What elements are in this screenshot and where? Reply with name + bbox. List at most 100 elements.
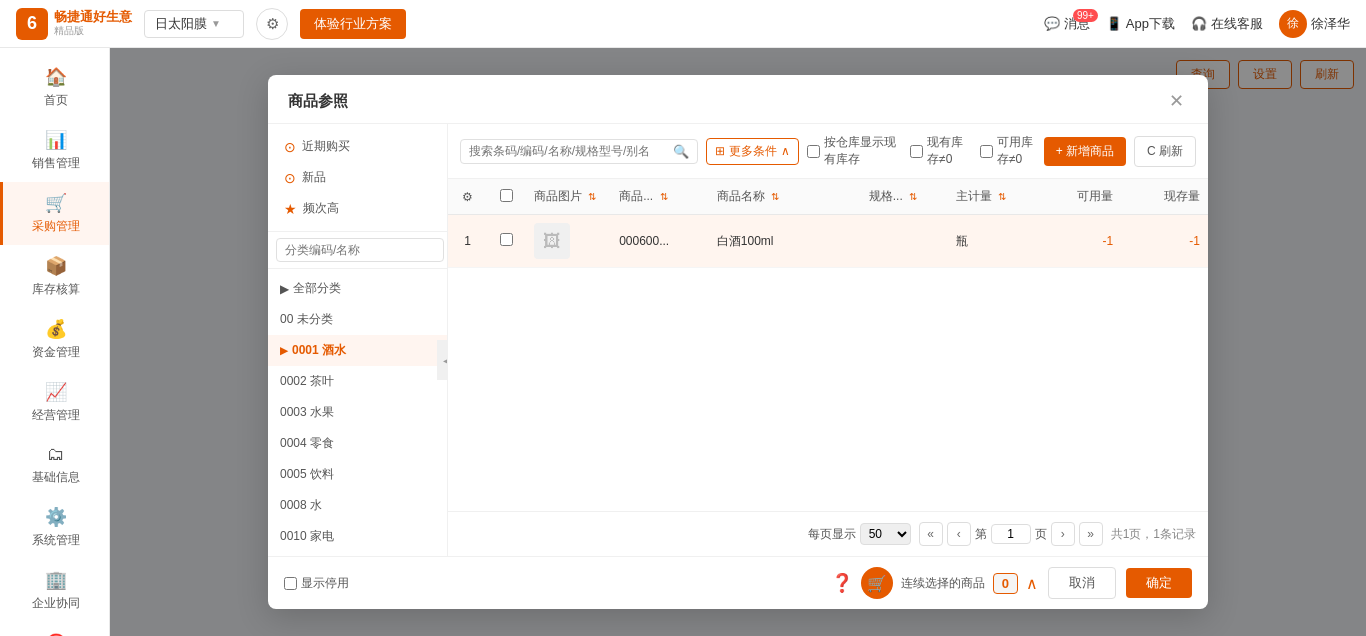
product-table: ⚙ 商品图片 ⇅ (448, 179, 1208, 268)
cart-label: 连续选择的商品 (901, 575, 985, 592)
cat-0002[interactable]: 0002 茶叶 (268, 366, 447, 397)
sidebar-item-purchase[interactable]: 🛒 采购管理 (0, 182, 109, 245)
sidebar-item-enterprise[interactable]: 🏢 企业协同 (0, 559, 109, 622)
show-disabled-label[interactable]: 显示停用 (284, 575, 349, 592)
quick-tabs: ⊙ 近期购买 ⊙ 新品 ★ 频次高 (268, 124, 447, 232)
chevron-down-icon: ▼ (211, 18, 221, 29)
cat-0008[interactable]: 0008 水 (268, 490, 447, 521)
check-warehouse[interactable]: 按仓库显示现有库存 (807, 134, 896, 168)
page-total: 共1页，1条记录 (1111, 526, 1196, 543)
col-header-stock: 现存量 (1121, 179, 1208, 215)
category-list: ▶ 全部分类 00 未分类 ▶ 0001 酒水 0002 茶 (268, 269, 447, 556)
product-table-wrap: ⚙ 商品图片 ⇅ (448, 179, 1208, 511)
logo: 6 畅捷通好生意 精品版 (16, 8, 132, 40)
cat-0005[interactable]: 0005 饮料 (268, 459, 447, 490)
close-button[interactable]: ✕ (1164, 89, 1188, 113)
notification-badge: 99+ (1073, 9, 1098, 22)
online-service-item[interactable]: 🎧 在线客服 (1191, 15, 1263, 33)
nav-selector[interactable]: 日太阳膜 ▼ (144, 10, 244, 38)
cancel-button[interactable]: 取消 (1048, 567, 1116, 599)
sidebar-item-home[interactable]: 🏠 首页 (0, 56, 109, 119)
basic-icon: 🗂 (47, 444, 65, 465)
quick-tab-recent[interactable]: ⊙ 近期购买 (276, 132, 439, 161)
help-icon[interactable]: ❓ (831, 572, 853, 594)
system-icon: ⚙️ (45, 506, 67, 528)
select-all-checkbox[interactable] (500, 189, 513, 202)
row-check[interactable] (487, 215, 526, 268)
page-number-input[interactable] (991, 524, 1031, 544)
notification-icon: 💬 (1044, 16, 1060, 31)
page-size-select: 每页显示 50 10 20 100 (808, 523, 911, 545)
cart-count: 0 (993, 573, 1018, 594)
category-search: 🔍 (268, 232, 447, 269)
row-code: 000600... (611, 215, 709, 268)
pagination: 每页显示 50 10 20 100 « ‹ (448, 511, 1208, 556)
row-img: 🖼 (526, 215, 611, 268)
sidebar-item-system[interactable]: ⚙️ 系统管理 (0, 496, 109, 559)
mobile-icon: 📱 (1106, 16, 1122, 31)
logo-text: 畅捷通好生意 (54, 9, 132, 25)
row-checkbox[interactable] (500, 233, 513, 246)
dialog-overlay: 商品参照 ✕ ⊙ 近期购买 ⊙ 新品 (110, 48, 1366, 636)
app-download-item[interactable]: 📱 App下载 (1106, 15, 1175, 33)
cat-0004[interactable]: 0004 零食 (268, 428, 447, 459)
cat-00[interactable]: 00 未分类 (268, 304, 447, 335)
settings-icon[interactable]: ⚙ (256, 8, 288, 40)
stock-ne0-checkbox[interactable] (910, 145, 923, 158)
show-disabled-checkbox[interactable] (284, 577, 297, 590)
refresh-button[interactable]: C 刷新 (1134, 136, 1196, 167)
sidebar-item-guide[interactable]: 🎯 新手引导 (0, 622, 109, 636)
page-size-dropdown[interactable]: 50 10 20 100 (860, 523, 911, 545)
col-header-check[interactable] (487, 179, 526, 215)
search-toolbar: 🔍 ⊞ 更多条件 ∧ 按仓库显示现有库存 (448, 124, 1208, 179)
col-header-spec: 规格... ⇅ (861, 179, 948, 215)
sidebar-item-finance[interactable]: 💰 资金管理 (0, 308, 109, 371)
cart-icon[interactable]: 🛒 (861, 567, 893, 599)
row-spec (861, 215, 948, 268)
prev-page-button[interactable]: ‹ (947, 522, 971, 546)
recent-icon: ⊙ (284, 139, 296, 155)
star-icon: ★ (284, 201, 297, 217)
sidebar-item-sales[interactable]: 📊 销售管理 (0, 119, 109, 182)
sidebar: 🏠 首页 📊 销售管理 🛒 采购管理 📦 库存核算 💰 资金管理 📈 经营管理 … (0, 48, 110, 636)
sort-img-icon[interactable]: ⇅ (588, 191, 596, 202)
search-input[interactable] (469, 144, 669, 158)
sidebar-item-inventory[interactable]: 📦 库存核算 (0, 245, 109, 308)
avail-ne0-checkbox[interactable] (980, 145, 993, 158)
collapse-cart-icon[interactable]: ∧ (1026, 574, 1038, 593)
quick-tab-new[interactable]: ⊙ 新品 (276, 163, 439, 192)
last-page-button[interactable]: » (1079, 522, 1103, 546)
chevron-up-icon: ∧ (781, 144, 790, 158)
table-header-row: ⚙ 商品图片 ⇅ (448, 179, 1208, 215)
cat-0001[interactable]: ▶ 0001 酒水 (268, 335, 447, 366)
warehouse-checkbox[interactable] (807, 145, 820, 158)
quick-tab-frequent[interactable]: ★ 频次高 (276, 194, 439, 223)
sort-code-icon[interactable]: ⇅ (660, 191, 668, 202)
confirm-button[interactable]: 确定 (1126, 568, 1192, 598)
sidebar-item-operation[interactable]: 📈 经营管理 (0, 371, 109, 434)
cat-0010[interactable]: 0010 家电 (268, 521, 447, 552)
row-index: 1 (448, 215, 487, 268)
sort-spec-icon[interactable]: ⇅ (909, 191, 917, 202)
user-profile[interactable]: 徐 徐泽华 (1279, 10, 1350, 38)
notification-item[interactable]: 💬 消息 99+ (1044, 15, 1090, 33)
collapse-button[interactable]: ◀ (437, 340, 448, 380)
sort-unit-icon[interactable]: ⇅ (998, 191, 1006, 202)
filter-icon: ⊞ (715, 144, 725, 158)
check-avail-ne0[interactable]: 可用库存≠0 (980, 134, 1036, 168)
cat-all[interactable]: ▶ 全部分类 (268, 273, 447, 304)
sidebar-item-basic[interactable]: 🗂 基础信息 (0, 434, 109, 496)
cat-0003[interactable]: 0003 水果 (268, 397, 447, 428)
col-header-unit: 主计量 ⇅ (948, 179, 1024, 215)
experience-button[interactable]: 体验行业方案 (300, 9, 406, 39)
filter-button[interactable]: ⊞ 更多条件 ∧ (706, 138, 799, 165)
col-header-settings[interactable]: ⚙ (448, 179, 487, 215)
table-row[interactable]: 1 🖼 000600... 白酒100ml (448, 215, 1208, 268)
category-search-input[interactable] (276, 238, 444, 262)
add-product-button[interactable]: + 新增商品 (1044, 137, 1126, 166)
check-stock-ne0[interactable]: 现有库存≠0 (910, 134, 966, 168)
next-page-button[interactable]: › (1051, 522, 1075, 546)
first-page-button[interactable]: « (919, 522, 943, 546)
search-icon[interactable]: 🔍 (673, 144, 689, 159)
sort-name-icon[interactable]: ⇅ (771, 191, 779, 202)
